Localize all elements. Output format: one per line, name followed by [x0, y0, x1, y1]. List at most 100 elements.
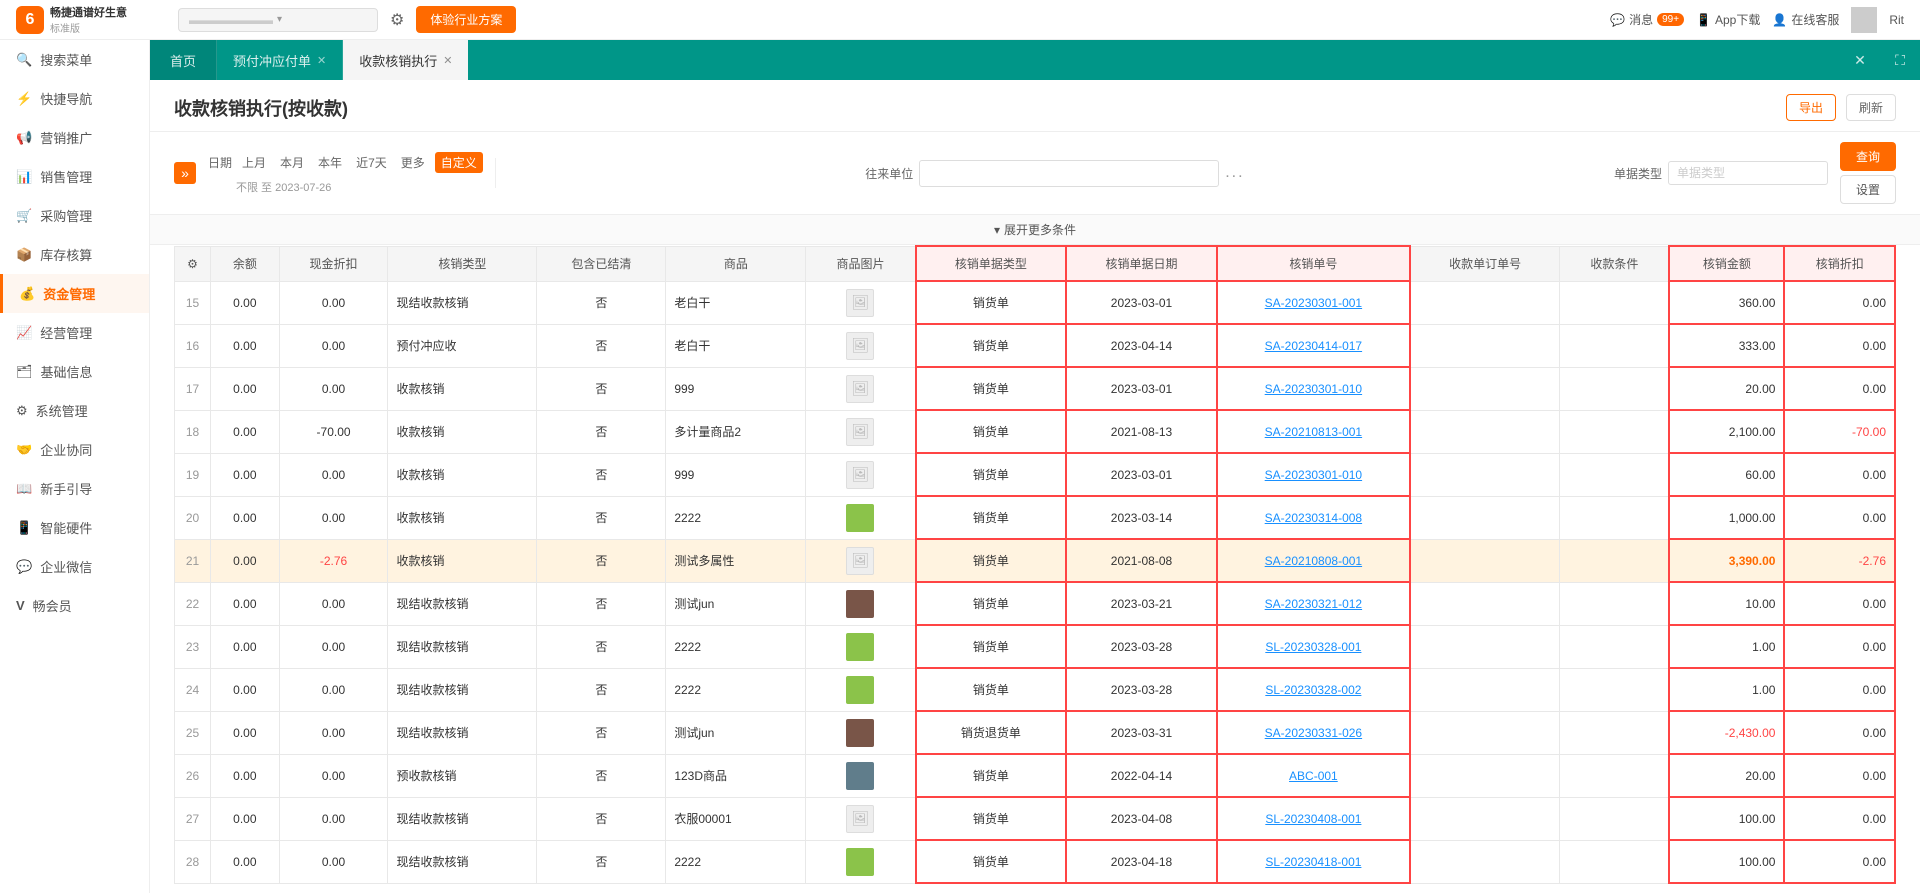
row-cancel-doc-no[interactable]: SL-20230328-002	[1217, 668, 1410, 711]
online-service-item[interactable]: 👤 在线客服	[1772, 11, 1839, 28]
row-receive-order	[1410, 582, 1560, 625]
row-cancel-doc-no[interactable]: SA-20230331-026	[1217, 711, 1410, 754]
tab-cancel-close[interactable]: ✕	[443, 54, 452, 67]
sidebar-item-collab[interactable]: 🤝 企业协同	[0, 430, 149, 469]
row-cancel-discount: 0.00	[1784, 324, 1895, 367]
row-cancel-doc-no[interactable]: SA-20230314-008	[1217, 496, 1410, 539]
row-cancel-doc-no[interactable]: SA-20230414-017	[1217, 324, 1410, 367]
row-receive-condition	[1560, 539, 1670, 582]
sidebar-item-system[interactable]: ⚙ 系统管理	[0, 391, 149, 430]
row-cancel-doc-no[interactable]: SA-20230301-010	[1217, 367, 1410, 410]
row-no: 17	[175, 367, 211, 410]
row-cash-discount: 0.00	[279, 281, 388, 324]
unit-input[interactable]	[919, 160, 1219, 187]
row-goods: 2222	[666, 496, 806, 539]
date-opt-this-month[interactable]: 本月	[276, 152, 308, 173]
service-icon: 👤	[1772, 13, 1787, 27]
row-cancel-doc-type: 销货单	[916, 754, 1067, 797]
row-cancel-doc-no[interactable]: SA-20230301-001	[1217, 281, 1410, 324]
type-label: 单据类型	[1614, 165, 1662, 182]
col-cash-discount: 现金折扣	[279, 246, 388, 281]
row-cancel-doc-no[interactable]: SA-20230301-010	[1217, 453, 1410, 496]
sidebar-item-wechat[interactable]: 💬 企业微信	[0, 547, 149, 586]
row-cancel-doc-no[interactable]: SA-20210808-001	[1217, 539, 1410, 582]
refresh-btn[interactable]: 刷新	[1846, 94, 1896, 121]
row-cancel-discount: 0.00	[1784, 754, 1895, 797]
row-no: 20	[175, 496, 211, 539]
date-opt-more[interactable]: 更多	[397, 152, 429, 173]
date-opt-this-year[interactable]: 本年	[314, 152, 346, 173]
goods-image-placeholder: 🖼	[846, 418, 874, 446]
sidebar-item-basics[interactable]: 🗂 基础信息	[0, 352, 149, 391]
row-cancel-doc-no[interactable]: SA-20210813-001	[1217, 410, 1410, 453]
type-select[interactable]: 单据类型	[1668, 161, 1828, 185]
goods-thumbnail	[846, 848, 874, 876]
inventory-icon: 📦	[16, 247, 32, 263]
col-settings[interactable]: ⚙	[175, 246, 211, 281]
sidebar-item-guide[interactable]: 📖 新手引导	[0, 469, 149, 508]
row-cancel-type: 现结收款核销	[388, 625, 537, 668]
col-cancel-doc-date: 核销单据日期	[1066, 246, 1217, 281]
row-cash-discount: 0.00	[279, 324, 388, 367]
unit-dots: ...	[1225, 164, 1244, 182]
row-cancel-doc-type: 销货单	[916, 453, 1067, 496]
sidebar-item-purchase[interactable]: 🛒 采购管理	[0, 196, 149, 235]
sidebar-item-marketing[interactable]: 📢 营销推广	[0, 118, 149, 157]
row-cancel-discount: 0.00	[1784, 496, 1895, 539]
date-opt-7days[interactable]: 近7天	[352, 152, 391, 173]
tab-cancel[interactable]: 收款核销执行 ✕	[343, 40, 468, 80]
top-search-box[interactable]: ▬▬▬▬▬▬▬ ▾	[178, 8, 378, 32]
dropdown-arrow-icon: ▾	[277, 14, 282, 25]
logo-icon: 6	[16, 6, 44, 34]
tab-expand-btn[interactable]: ⛶	[1880, 40, 1920, 80]
sidebar-item-label: 企业协同	[40, 440, 92, 459]
tab-close-btn[interactable]: ✕	[1840, 40, 1880, 80]
gear-icon[interactable]: ⚙	[390, 10, 404, 30]
filter-expand-btn[interactable]: »	[174, 162, 196, 184]
app-download-item[interactable]: 📱 App下载	[1696, 11, 1760, 28]
col-cancel-amount: 核销金额	[1669, 246, 1784, 281]
sidebar-item-hardware[interactable]: 📱 智能硬件	[0, 508, 149, 547]
expand-more-btn[interactable]: ▾ 展开更多条件	[994, 221, 1076, 238]
tab-cancel-label: 收款核销执行	[359, 51, 437, 70]
row-cancel-doc-no[interactable]: SL-20230328-001	[1217, 625, 1410, 668]
col-include-settled: 包含已结清	[537, 246, 666, 281]
row-cancel-doc-no[interactable]: SL-20230418-001	[1217, 840, 1410, 883]
export-btn[interactable]: 导出	[1786, 94, 1836, 121]
settings-btn[interactable]: 设置	[1840, 175, 1896, 204]
row-receive-order	[1410, 496, 1560, 539]
row-cancel-doc-type: 销货单	[916, 840, 1067, 883]
industry-btn[interactable]: 体验行业方案	[416, 6, 516, 33]
goods-thumbnail	[846, 676, 874, 704]
sidebar-item-vip[interactable]: V 畅会员	[0, 586, 149, 625]
tab-prepay[interactable]: 预付冲应付单 ✕	[217, 40, 343, 80]
row-cancel-discount: 0.00	[1784, 625, 1895, 668]
date-opt-custom[interactable]: 自定义	[435, 152, 483, 173]
sidebar-item-quick[interactable]: ⚡ 快捷导航	[0, 79, 149, 118]
sidebar-item-label: 采购管理	[40, 206, 92, 225]
online-service-label: 在线客服	[1791, 11, 1839, 28]
row-balance: 0.00	[211, 496, 280, 539]
tab-prepay-close[interactable]: ✕	[317, 54, 326, 67]
date-opt-last-month[interactable]: 上月	[238, 152, 270, 173]
tab-home[interactable]: 首页	[150, 40, 217, 80]
row-cancel-amount: 10.00	[1669, 582, 1784, 625]
sidebar-item-funds[interactable]: 💰 资金管理	[0, 274, 149, 313]
row-receive-condition	[1560, 582, 1670, 625]
sidebar-item-search[interactable]: 🔍 搜索菜单	[0, 40, 149, 79]
query-btn[interactable]: 查询	[1840, 142, 1896, 171]
sidebar-item-operations[interactable]: 📈 经营管理	[0, 313, 149, 352]
row-cancel-doc-no[interactable]: ABC-001	[1217, 754, 1410, 797]
message-item[interactable]: 💬 消息 99+	[1610, 11, 1684, 28]
row-include-settled: 否	[537, 367, 666, 410]
sidebar-item-sales[interactable]: 📊 销售管理	[0, 157, 149, 196]
row-cancel-doc-no[interactable]: SL-20230408-001	[1217, 797, 1410, 840]
sidebar-item-label: 快捷导航	[40, 89, 92, 108]
row-cancel-doc-no[interactable]: SA-20230321-012	[1217, 582, 1410, 625]
row-receive-condition	[1560, 668, 1670, 711]
row-cancel-discount: 0.00	[1784, 797, 1895, 840]
sidebar-item-inventory[interactable]: 📦 库存核算	[0, 235, 149, 274]
row-receive-condition	[1560, 496, 1670, 539]
row-balance: 0.00	[211, 797, 280, 840]
user-avatar[interactable]	[1851, 7, 1877, 33]
